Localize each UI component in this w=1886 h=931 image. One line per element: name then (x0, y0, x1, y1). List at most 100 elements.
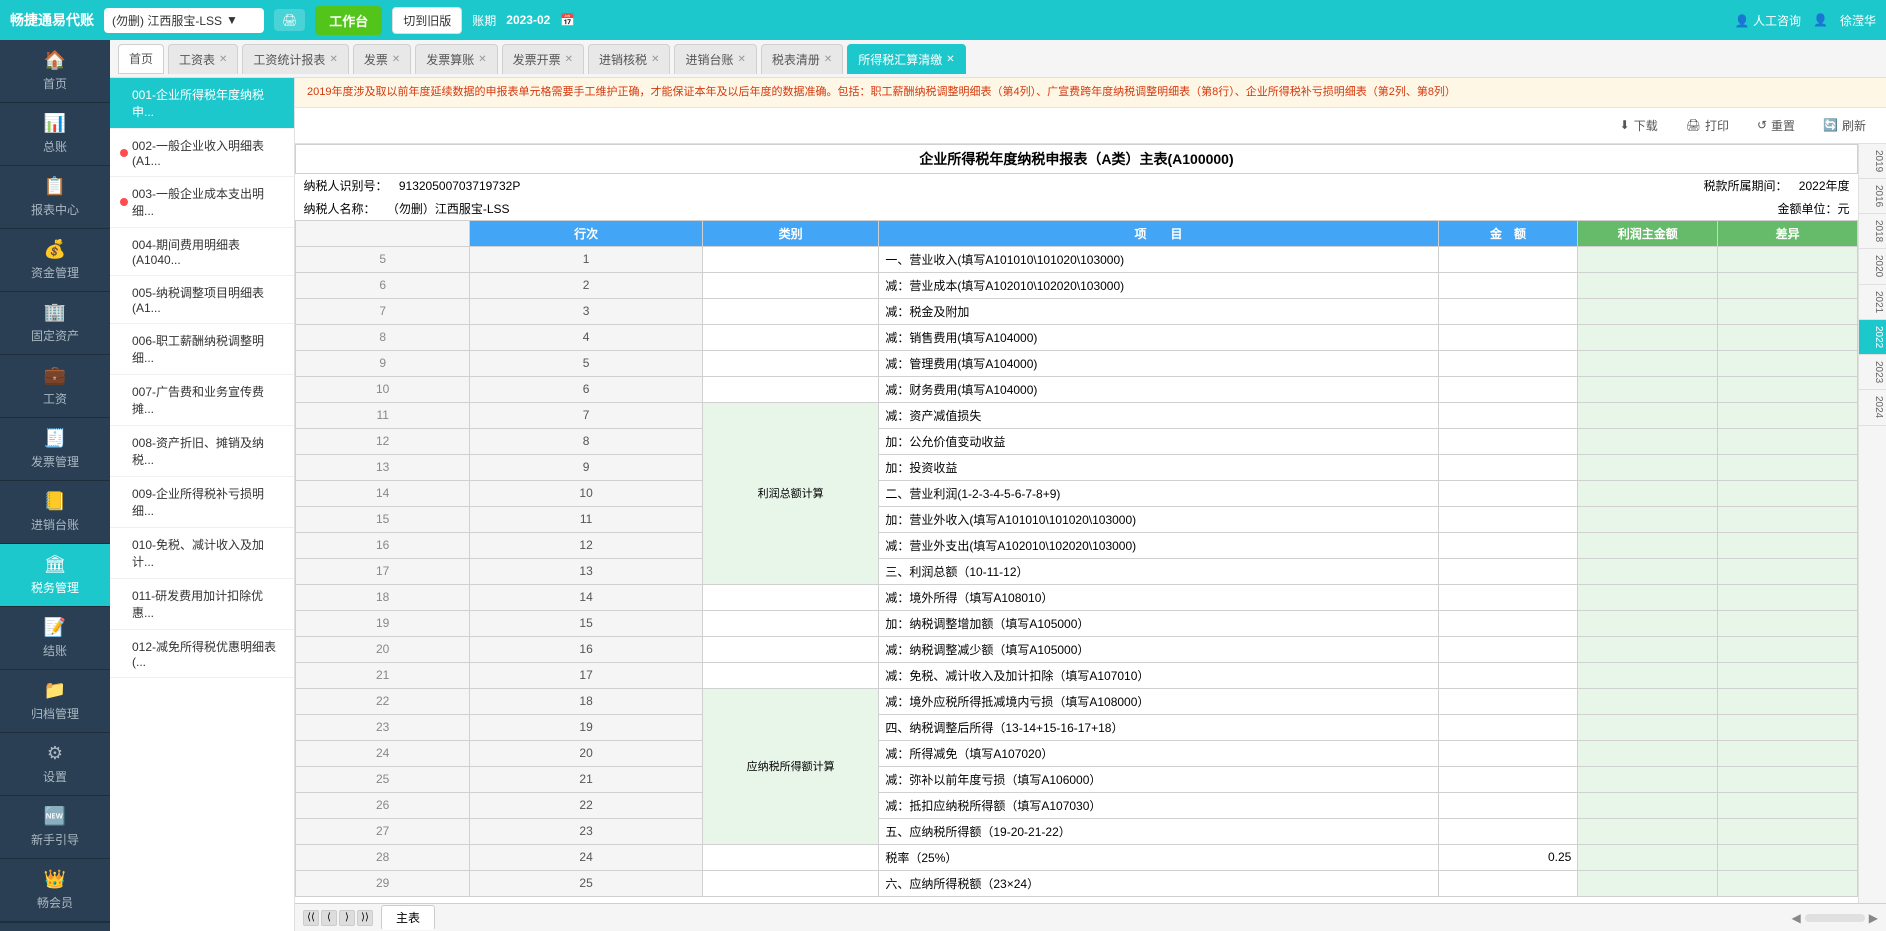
diff-1[interactable] (1718, 246, 1858, 272)
year-nav-2020[interactable]: 2020 (1859, 249, 1886, 284)
year-nav-2018[interactable]: 2018 (1859, 214, 1886, 249)
sidebar-label-reports: 报表中心 (31, 201, 79, 218)
year-nav-2022[interactable]: 2022 (1859, 320, 1886, 355)
empty-cell-2 (879, 173, 1438, 197)
tab-invoice-issue-close[interactable]: ✕ (565, 54, 573, 65)
sidebar-item-funds[interactable]: 💰 资金管理 (0, 229, 110, 292)
tab-purchase-tax-close[interactable]: ✕ (651, 54, 659, 65)
table-row: 26 22 减：抵扣应纳税所得额（填写A107030） (296, 792, 1858, 818)
tab-income-tax-close[interactable]: ✕ (946, 54, 954, 65)
tab-home[interactable]: 首页 (118, 44, 164, 74)
table-row: 24 20 减：所得减免（填写A107020） (296, 740, 1858, 766)
left-panel-item-0[interactable]: 001-企业所得税年度纳税申... (110, 78, 294, 129)
tab-payroll-close[interactable]: ✕ (219, 54, 227, 65)
table-row: 12 8 加：公允价值变动收益 (296, 428, 1858, 454)
bottom-nav-arrows: ⟨⟨ ⟨ ⟩ ⟩⟩ (303, 910, 373, 926)
profit-1[interactable] (1578, 246, 1718, 272)
table-row: 23 19 四、纳税调整后所得（13-14+15-16-17+18） (296, 714, 1858, 740)
sidebar-item-invoice[interactable]: 🧾 发票管理 (0, 418, 110, 481)
tab-purchase-tax[interactable]: 进销核税 ✕ (588, 44, 670, 74)
user-service[interactable]: 👤 人工咨询 (1735, 12, 1801, 29)
col-header-rownum (296, 220, 470, 246)
project-1: 一、营业收入(填写A101010\101020\103000) (879, 246, 1438, 272)
sidebar-item-payroll[interactable]: 💼 工资 (0, 355, 110, 418)
col-header-diff: 差异 (1718, 220, 1858, 246)
tab-payroll-stats-close[interactable]: ✕ (329, 54, 337, 65)
sidebar-item-assets[interactable]: 🏢 固定资产 (0, 292, 110, 355)
left-panel-item-11[interactable]: 012-减免所得税优惠明细表(... (110, 630, 294, 678)
tab-invoice-issue[interactable]: 发票开票 ✕ (502, 44, 584, 74)
left-panel-item-6[interactable]: 007-广告费和业务宣传费摊... (110, 375, 294, 426)
col-header-profit: 利润主金额 (1578, 220, 1718, 246)
scrollbar-right-icon[interactable]: ▶ (1869, 911, 1878, 925)
left-panel-label-10: 011-研发费用加计扣除优惠... (132, 587, 284, 621)
year-nav-2016[interactable]: 2016 (1859, 179, 1886, 214)
sidebar-item-reports[interactable]: 📋 报表中心 (0, 166, 110, 229)
sub-content: 001-企业所得税年度纳税申... 002-一般企业收入明细表(A1... 00… (110, 78, 1886, 931)
print-doc-button[interactable]: 🖨 (274, 9, 305, 31)
print-button[interactable]: 🖨 打印 (1678, 113, 1737, 138)
sidebar-item-home[interactable]: 🏠 首页 (0, 40, 110, 103)
workspace-button[interactable]: 工作台 (315, 6, 382, 35)
nav-arrow-right[interactable]: ⟩ (339, 910, 355, 926)
empty-cell-3 (702, 197, 879, 221)
left-panel-item-10[interactable]: 011-研发费用加计扣除优惠... (110, 579, 294, 630)
download-button[interactable]: ⬇ 下载 (1612, 113, 1666, 138)
table-row: 18 14 减：境外所得（填写A108010） (296, 584, 1858, 610)
bottom-tab-main[interactable]: 主表 (381, 905, 435, 930)
left-panel: 001-企业所得税年度纳税申... 002-一般企业收入明细表(A1... 00… (110, 78, 295, 931)
tax-rate-amount[interactable]: 0.25 (1438, 844, 1578, 870)
sidebar-item-settings[interactable]: ⚙ 设置 (0, 733, 110, 796)
company-selector[interactable]: (勿删) 江西服宝-LSS ▼ (104, 8, 264, 33)
calendar-icon[interactable]: 📅 (560, 13, 575, 27)
tab-purchase-ledger[interactable]: 进销台账 ✕ (674, 44, 756, 74)
header-row: 行次 类别 项 目 金 额 利润主金额 差异 (296, 220, 1858, 246)
tab-income-tax[interactable]: 所得税汇算清缴 ✕ (847, 44, 965, 74)
amount-1[interactable] (1438, 246, 1578, 272)
scrollbar-left-icon[interactable]: ◀ (1792, 911, 1801, 925)
nav-arrow-right-right[interactable]: ⟩⟩ (357, 910, 373, 926)
tab-payroll-stats[interactable]: 工资统计报表 ✕ (242, 44, 348, 74)
sidebar-item-purchase-sales[interactable]: 📒 进销台账 (0, 481, 110, 544)
sidebar-pin-toggle[interactable]: 📌 取消固定 (0, 922, 110, 931)
nav-arrow-left-left[interactable]: ⟨⟨ (303, 910, 319, 926)
tab-invoice-calc-close[interactable]: ✕ (478, 54, 486, 65)
table-row: 14 10 二、营业利润(1-2-3-4-5-6-7-8+9) (296, 480, 1858, 506)
year-nav-2021[interactable]: 2021 (1859, 285, 1886, 320)
year-nav-2019[interactable]: 2019 (1859, 144, 1886, 179)
left-panel-item-9[interactable]: 010-免税、减计收入及加计... (110, 528, 294, 579)
left-panel-item-3[interactable]: 004-期间费用明细表(A1040... (110, 228, 294, 276)
refresh-button[interactable]: 🔄 刷新 (1815, 113, 1874, 138)
sidebar-label-invoice: 发票管理 (31, 453, 79, 470)
tab-invoice-close[interactable]: ✕ (392, 54, 400, 65)
warning-text: 2019年度涉及取以前年度延续数据的申报表单元格需要手工维护正确，才能保证本年及… (307, 86, 1456, 98)
left-panel-item-7[interactable]: 008-资产折旧、摊销及纳税... (110, 426, 294, 477)
print-icon: 🖨 (1686, 118, 1701, 132)
left-panel-item-8[interactable]: 009-企业所得税补亏损明细... (110, 477, 294, 528)
switch-old-button[interactable]: 切到旧版 (392, 7, 462, 34)
sidebar-item-guide[interactable]: 🆕 新手引导 (0, 796, 110, 859)
reset-button[interactable]: ↺ 重置 (1749, 113, 1803, 138)
left-panel-item-1[interactable]: 002-一般企业收入明细表(A1... (110, 129, 294, 177)
left-panel-item-2[interactable]: 003-一般企业成本支出明细... (110, 177, 294, 228)
tab-invoice-calc[interactable]: 发票算账 ✕ (415, 44, 497, 74)
sidebar-item-close-account[interactable]: 📝 结账 (0, 607, 110, 670)
tab-purchase-ledger-label: 进销台账 (685, 51, 733, 68)
year-nav-2023[interactable]: 2023 (1859, 355, 1886, 390)
tab-purchase-ledger-close[interactable]: ✕ (737, 54, 745, 65)
left-panel-item-4[interactable]: 005-纳税调整项目明细表(A1... (110, 276, 294, 324)
nav-arrow-left[interactable]: ⟨ (321, 910, 337, 926)
year-nav-2024[interactable]: 2024 (1859, 390, 1886, 425)
sidebar-item-tax[interactable]: 🏛 税务管理 (0, 544, 110, 607)
sidebar-item-member[interactable]: 👑 畅会员 (0, 859, 110, 922)
sidebar-item-archive[interactable]: 📁 归档管理 (0, 670, 110, 733)
horizontal-scrollbar[interactable] (1805, 914, 1865, 922)
spreadsheet-table: 企业所得税年度纳税申报表（A类）主表(A100000) 纳税人识别号： 9132… (295, 144, 1858, 897)
tab-payroll[interactable]: 工资表 ✕ (168, 44, 238, 74)
tab-tax-clear-close[interactable]: ✕ (824, 54, 832, 65)
spreadsheet-wrapper[interactable]: 企业所得税年度纳税申报表（A类）主表(A100000) 纳税人识别号： 9132… (295, 144, 1858, 904)
left-panel-item-5[interactable]: 006-职工薪酬纳税调整明细... (110, 324, 294, 375)
tab-tax-clear[interactable]: 税表清册 ✕ (761, 44, 843, 74)
tab-invoice[interactable]: 发票 ✕ (353, 44, 411, 74)
sidebar-item-ledger[interactable]: 📊 总账 (0, 103, 110, 166)
